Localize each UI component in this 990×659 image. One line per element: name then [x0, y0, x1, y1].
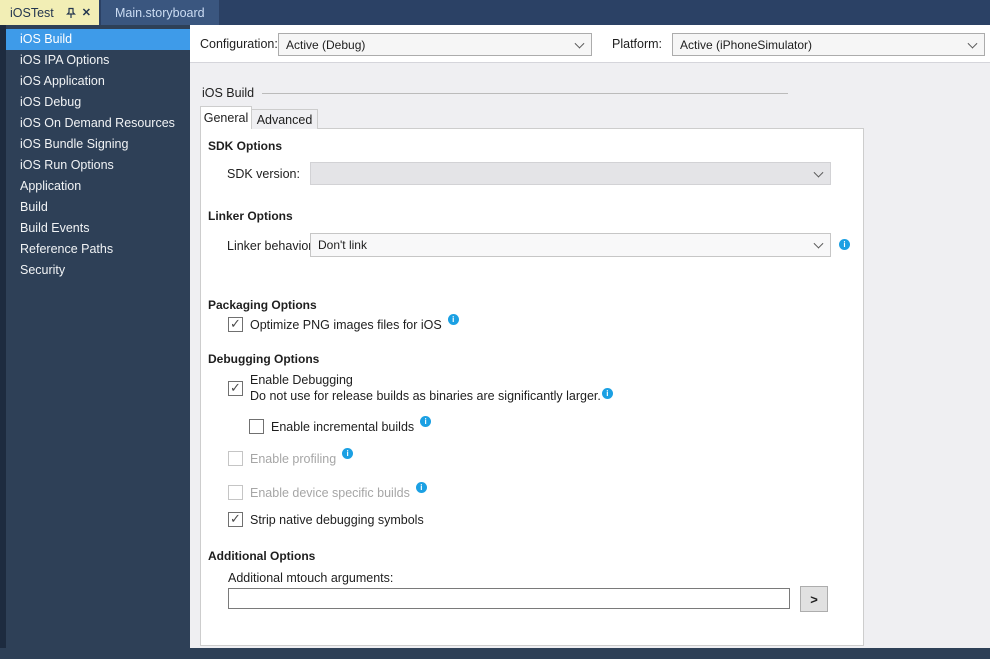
chevron-down-icon [814, 167, 824, 177]
tab-iostest[interactable]: iOSTest ✕ [0, 0, 99, 25]
info-icon[interactable]: i [416, 482, 427, 493]
checkbox-checked[interactable]: ✓ [228, 512, 243, 527]
checkbox-checked[interactable]: ✓ [228, 381, 243, 396]
strip-native-debugging-symbols-label: Strip native debugging symbols [250, 513, 424, 527]
enable-debugging-label: Enable Debugging [250, 373, 353, 387]
page-title: iOS Build [202, 86, 254, 100]
info-icon[interactable]: i [342, 448, 353, 459]
nav-item-build-events[interactable]: Build Events [6, 218, 190, 239]
configuration-value: Active (Debug) [286, 38, 365, 52]
info-icon[interactable]: i [602, 388, 613, 399]
expand-arguments-button[interactable]: > [800, 586, 828, 612]
enable-debugging-checkbox-row[interactable]: ✓ Enable Debugging Do not use for releas… [228, 372, 613, 404]
info-icon[interactable]: i [448, 314, 459, 325]
enable-profiling-label: Enable profiling [250, 452, 336, 466]
tab-main-storyboard[interactable]: Main.storyboard [101, 0, 219, 25]
linker-behavior-label: Linker behavior: [227, 239, 316, 253]
linker-behavior-value: Don't link [318, 238, 367, 252]
enable-incremental-builds-checkbox-row[interactable]: Enable incremental builds i [249, 419, 431, 434]
pin-icon[interactable] [64, 6, 78, 20]
tab-general[interactable]: General [200, 106, 252, 129]
page-title-rule [262, 93, 788, 94]
tab-advanced[interactable]: Advanced [252, 109, 318, 129]
configuration-band: Configuration: Active (Debug) Platform: … [190, 25, 990, 63]
enable-incremental-builds-label: Enable incremental builds [271, 420, 414, 434]
sdk-options-heading: SDK Options [208, 139, 282, 153]
checkbox-unchecked[interactable] [249, 419, 264, 434]
nav-item-build[interactable]: Build [6, 197, 190, 218]
nav-item-ios-ipa-options[interactable]: iOS IPA Options [6, 50, 190, 71]
mtouch-arguments-label: Additional mtouch arguments: [228, 571, 393, 585]
tab-label: iOSTest [10, 6, 54, 20]
sdk-version-select[interactable] [310, 162, 831, 185]
optimize-png-label: Optimize PNG images files for iOS [250, 318, 442, 332]
mtouch-arguments-input[interactable] [228, 588, 790, 609]
nav-item-reference-paths[interactable]: Reference Paths [6, 239, 190, 260]
close-icon[interactable]: ✕ [82, 6, 91, 19]
chevron-down-icon [575, 38, 585, 48]
nav-item-ios-debug[interactable]: iOS Debug [6, 92, 190, 113]
optimize-png-checkbox-row[interactable]: ✓ Optimize PNG images files for iOS i [228, 317, 459, 332]
document-tab-bar: iOSTest ✕ Main.storyboard [0, 0, 990, 25]
additional-options-heading: Additional Options [208, 549, 315, 563]
checkbox-disabled [228, 485, 243, 500]
configuration-label: Configuration: [200, 37, 278, 51]
nav-item-application[interactable]: Application [6, 176, 190, 197]
nav-item-security[interactable]: Security [6, 260, 190, 281]
linker-options-heading: Linker Options [208, 209, 293, 223]
enable-debugging-sublabel: Do not use for release builds as binarie… [250, 389, 601, 403]
platform-label: Platform: [612, 37, 662, 51]
vs-project-properties-window: iOSTest ✕ Main.storyboard iOS Build iOS … [0, 0, 990, 659]
sdk-version-label: SDK version: [227, 167, 300, 181]
nav-item-ios-on-demand-resources[interactable]: iOS On Demand Resources [6, 113, 190, 134]
checkbox-disabled [228, 451, 243, 466]
packaging-options-heading: Packaging Options [208, 298, 317, 312]
nav-item-ios-application[interactable]: iOS Application [6, 71, 190, 92]
strip-native-debugging-symbols-checkbox-row[interactable]: ✓ Strip native debugging symbols [228, 512, 424, 527]
window-bottom-edge [0, 648, 990, 659]
chevron-down-icon [814, 239, 824, 249]
nav-item-ios-run-options[interactable]: iOS Run Options [6, 155, 190, 176]
linker-behavior-select[interactable]: Don't link [310, 233, 831, 257]
debugging-options-heading: Debugging Options [208, 352, 319, 366]
enable-profiling-checkbox-row: Enable profiling i [228, 451, 353, 466]
platform-select[interactable]: Active (iPhoneSimulator) [672, 33, 985, 56]
checkbox-checked[interactable]: ✓ [228, 317, 243, 332]
nav-item-ios-bundle-signing[interactable]: iOS Bundle Signing [6, 134, 190, 155]
info-icon[interactable]: i [420, 416, 431, 427]
platform-value: Active (iPhoneSimulator) [680, 38, 812, 52]
chevron-down-icon [968, 38, 978, 48]
properties-nav-sidebar: iOS Build iOS IPA Options iOS Applicatio… [6, 25, 190, 648]
enable-device-specific-builds-checkbox-row: Enable device specific builds i [228, 485, 427, 500]
nav-item-ios-build[interactable]: iOS Build [6, 29, 190, 50]
enable-device-specific-builds-label: Enable device specific builds [250, 486, 410, 500]
info-icon[interactable]: i [839, 239, 850, 250]
configuration-select[interactable]: Active (Debug) [278, 33, 592, 56]
tab-label: Main.storyboard [115, 6, 205, 20]
